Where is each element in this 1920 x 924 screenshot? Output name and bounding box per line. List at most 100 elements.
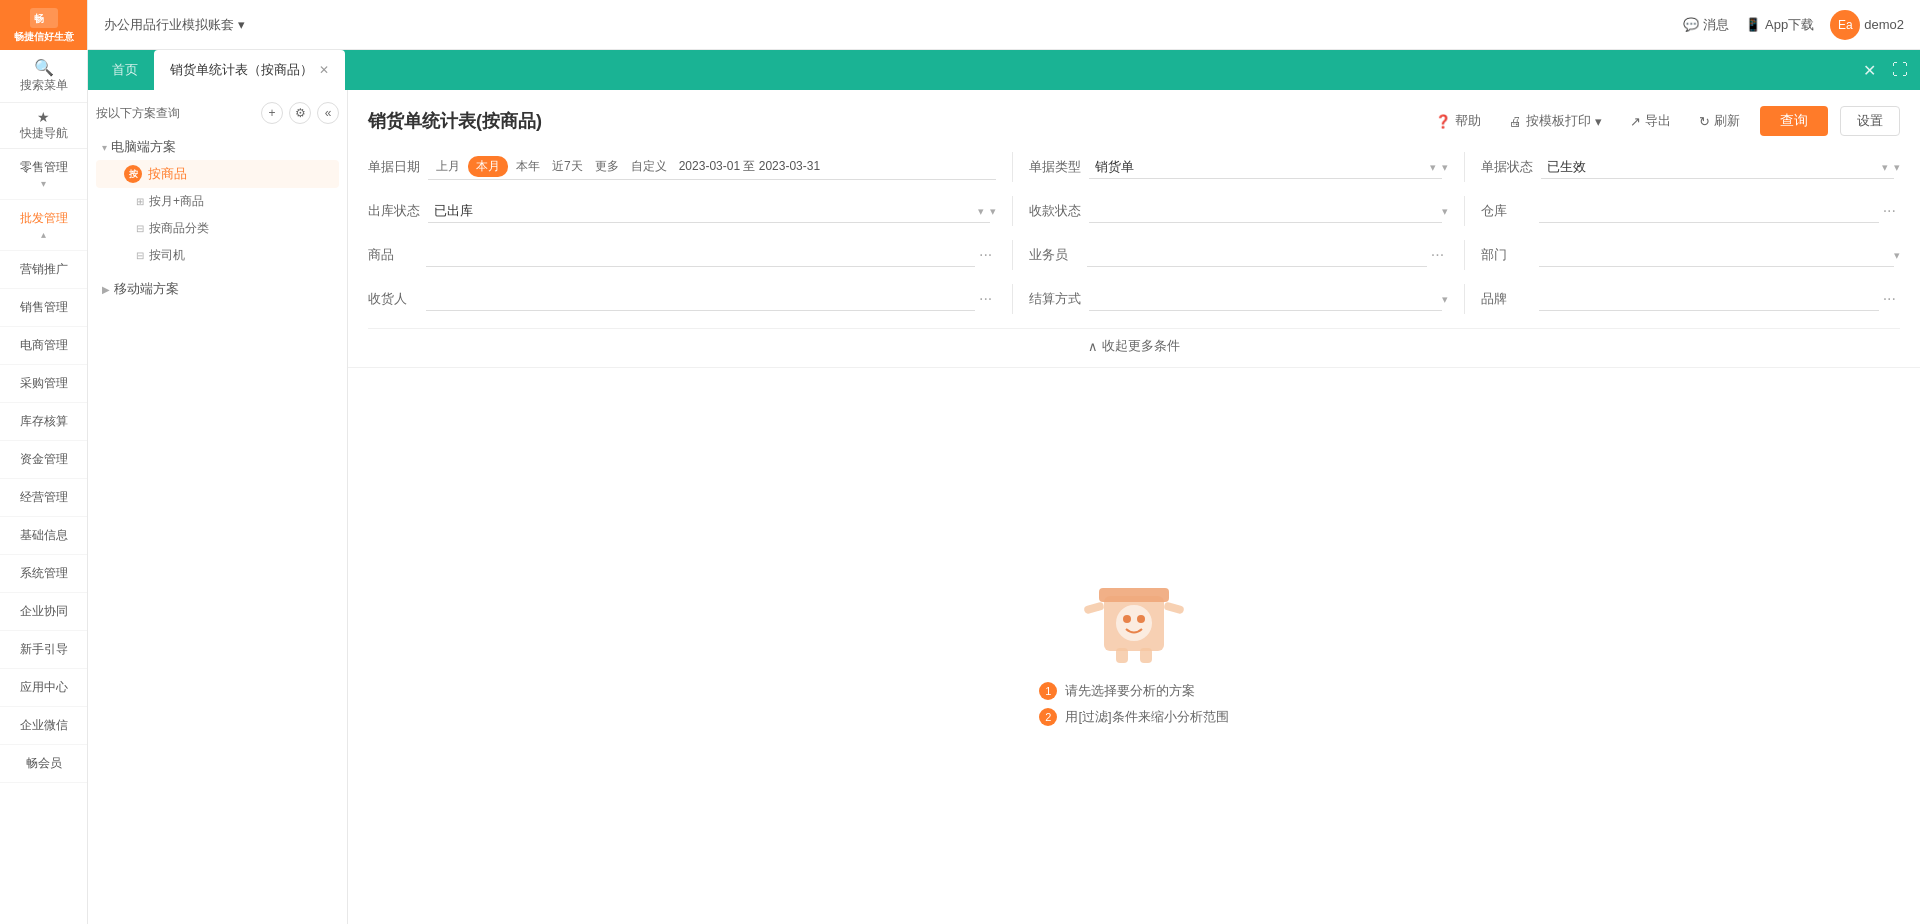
mobile-scheme-section[interactable]: ▶ 移动端方案	[96, 275, 339, 303]
dept-arrow[interactable]: ▾	[1894, 249, 1900, 262]
salesman-input[interactable]	[1087, 243, 1427, 267]
collapse-conditions-btn[interactable]: ∧ 收起更多条件	[368, 328, 1900, 363]
filter-warehouse: 仓库 ···	[1481, 199, 1900, 223]
filter-divider-6	[1464, 240, 1465, 270]
svg-point-6	[1137, 615, 1145, 623]
svg-rect-7	[1083, 602, 1104, 615]
collect-status-arrow[interactable]: ▾	[1442, 205, 1448, 218]
goods-more-btn[interactable]: ···	[975, 246, 996, 264]
collect-status-input[interactable]	[1089, 199, 1442, 223]
svg-point-5	[1123, 615, 1131, 623]
header-industry: 办公用品行业模拟账套 ▾	[104, 16, 245, 34]
sidebar-item-marketing[interactable]: 营销推广	[0, 251, 87, 289]
add-scheme-btn[interactable]: +	[261, 102, 283, 124]
sidebar-item-retail[interactable]: 零售管理 ▾	[0, 149, 87, 200]
sidebar-item-system[interactable]: 系统管理	[0, 555, 87, 593]
out-status-input[interactable]	[428, 199, 990, 223]
chevron-icon: ▾	[41, 178, 46, 189]
filter-brand: 品牌 ···	[1481, 287, 1900, 311]
filter-doc-status: 单据状态 ▾	[1481, 155, 1900, 179]
query-btn[interactable]: 查询	[1760, 106, 1828, 136]
sidebar-item-wholesale[interactable]: 批发管理 ▴	[0, 200, 87, 251]
search-menu-btn[interactable]: 🔍 搜索菜单	[0, 50, 87, 103]
shortcut-more[interactable]: 更多	[591, 156, 623, 177]
warehouse-more-btn[interactable]: ···	[1879, 202, 1900, 220]
sidebar-item-wechat[interactable]: 企业微信	[0, 707, 87, 745]
page-content: 按以下方案查询 + ⚙ « ▾ 电脑端方案	[88, 90, 1920, 924]
sidebar-item-member[interactable]: 畅会员	[0, 745, 87, 783]
message-btn[interactable]: 💬 消息	[1683, 16, 1729, 34]
app-download-btn[interactable]: 📱 App下载	[1745, 16, 1814, 34]
tab-close-icon[interactable]: ✕	[319, 63, 329, 77]
collapse-panel-btn[interactable]: «	[317, 102, 339, 124]
sidebar-item-operations[interactable]: 经营管理	[0, 479, 87, 517]
sidebar-item-sales[interactable]: 销售管理	[0, 289, 87, 327]
settle-input[interactable]	[1089, 287, 1442, 311]
sidebar-item-inventory[interactable]: 库存核算	[0, 403, 87, 441]
template-print-btn[interactable]: 🖨 按模板打印 ▾	[1501, 108, 1610, 134]
recipient-more-btn[interactable]: ···	[975, 290, 996, 308]
refresh-btn[interactable]: ↻ 刷新	[1691, 108, 1748, 134]
filter-divider-7	[1012, 284, 1013, 314]
doc-status-arrow[interactable]: ▾	[1894, 161, 1900, 174]
user-profile-btn[interactable]: Ea demo2	[1830, 10, 1904, 40]
shortcut-custom[interactable]: 自定义	[627, 156, 671, 177]
svg-point-4	[1116, 605, 1152, 641]
settle-arrow[interactable]: ▾	[1442, 293, 1448, 306]
category-icon: ⊟	[136, 223, 144, 234]
chevron-down-icon: ▾	[102, 142, 107, 153]
message-icon: 💬	[1683, 17, 1699, 32]
doc-type-input[interactable]	[1089, 155, 1442, 179]
brand-more-btn[interactable]: ···	[1879, 290, 1900, 308]
scheme-driver[interactable]: ⊟ 按司机	[96, 242, 339, 269]
doc-status-input[interactable]	[1541, 155, 1894, 179]
svg-rect-9	[1116, 648, 1128, 663]
export-icon: ↗	[1630, 114, 1641, 129]
page-title-row: 销货单统计表(按商品) ❓ 帮助 🖨 按模板打印 ▾ ↗	[368, 106, 1900, 136]
sidebar-item-collab[interactable]: 企业协同	[0, 593, 87, 631]
sidebar-item-basic[interactable]: 基础信息	[0, 517, 87, 555]
pc-scheme-parent[interactable]: ▾ 电脑端方案	[96, 134, 339, 160]
print-icon: 🖨	[1509, 114, 1522, 129]
scheme-by-goods[interactable]: 按 按商品	[96, 160, 339, 188]
shortcut-this-month[interactable]: 本月	[468, 156, 508, 177]
export-btn[interactable]: ↗ 导出	[1622, 108, 1679, 134]
sidebar-item-newbie[interactable]: 新手引导	[0, 631, 87, 669]
page-actions: ❓ 帮助 🖨 按模板打印 ▾ ↗ 导出 ↻	[1427, 106, 1900, 136]
quick-nav-btn[interactable]: ★ 快捷导航	[0, 103, 87, 149]
dept-input[interactable]	[1539, 243, 1894, 267]
content-wrapper: 销货单统计表(按商品) ❓ 帮助 🖨 按模板打印 ▾ ↗	[348, 90, 1920, 924]
salesman-more-btn[interactable]: ···	[1427, 246, 1448, 264]
settings-btn[interactable]: 设置	[1840, 106, 1900, 136]
shortcut-last-month[interactable]: 上月	[432, 156, 464, 177]
sidebar-item-finance[interactable]: 资金管理	[0, 441, 87, 479]
settings-scheme-btn[interactable]: ⚙	[289, 102, 311, 124]
collapse-arrow-icon: ∧	[1088, 339, 1098, 354]
gear-icon: ⚙	[295, 106, 306, 120]
sidebar-item-purchase[interactable]: 采购管理	[0, 365, 87, 403]
industry-dropdown[interactable]: 办公用品行业模拟账套 ▾	[104, 16, 245, 34]
scheme-month-goods[interactable]: ⊞ 按月+商品	[96, 188, 339, 215]
doc-type-arrow[interactable]: ▾	[1442, 161, 1448, 174]
warehouse-input[interactable]	[1539, 199, 1879, 223]
sidebar-item-appstore[interactable]: 应用中心	[0, 669, 87, 707]
shortcut-7days[interactable]: 近7天	[548, 156, 587, 177]
brand-input[interactable]	[1539, 287, 1879, 311]
sidebar-item-ecommerce[interactable]: 电商管理	[0, 327, 87, 365]
tab-sales-stat[interactable]: 销货单统计表（按商品） ✕	[154, 50, 345, 90]
help-btn[interactable]: ❓ 帮助	[1427, 108, 1489, 134]
filter-doc-type: 单据类型 ▾	[1029, 155, 1448, 179]
filter-divider	[1012, 152, 1013, 182]
out-status-arrow[interactable]: ▾	[990, 205, 996, 218]
download-icon: 📱	[1745, 17, 1761, 32]
filter-divider-5	[1012, 240, 1013, 270]
recipient-input[interactable]	[426, 287, 975, 311]
collapse-icon: «	[325, 106, 332, 120]
goods-input[interactable]	[426, 243, 975, 267]
date-range-control[interactable]: 上月 本月 本年 近7天 更多 自定义 2023-03-01 至 2023-03…	[428, 154, 996, 180]
tab-close-all-icon[interactable]: ✕	[1859, 57, 1880, 84]
shortcut-this-year[interactable]: 本年	[512, 156, 544, 177]
tab-home[interactable]: 首页	[96, 50, 154, 90]
scheme-goods-category[interactable]: ⊟ 按商品分类	[96, 215, 339, 242]
tab-expand-icon[interactable]: ⛶	[1888, 57, 1912, 83]
